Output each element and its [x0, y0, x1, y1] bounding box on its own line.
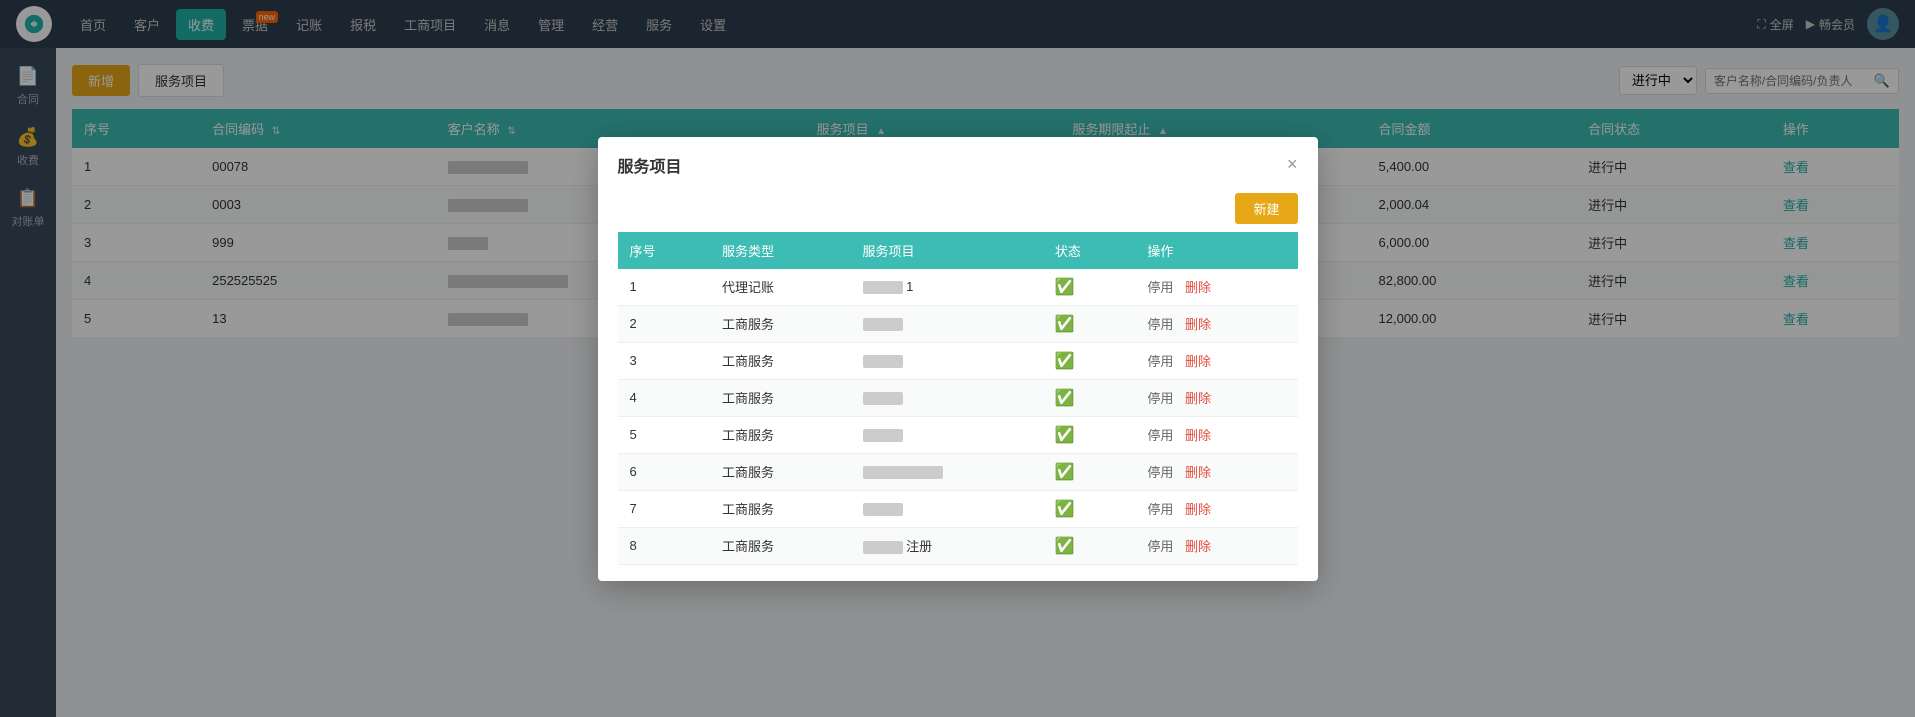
modal-col-action: 操作	[1135, 232, 1297, 269]
status-check-icon: ✅	[1055, 279, 1075, 296]
cell-action: 停用 删除	[1135, 269, 1297, 306]
delete-button[interactable]: 删除	[1185, 462, 1211, 481]
disable-button[interactable]: 停用	[1147, 314, 1173, 333]
disable-button[interactable]: 停用	[1147, 536, 1173, 555]
modal-new-button[interactable]: 新建	[1235, 193, 1297, 224]
delete-button[interactable]: 删除	[1185, 351, 1211, 370]
status-check-icon: ✅	[1055, 316, 1075, 333]
cell-status: ✅	[1043, 305, 1135, 342]
cell-seq: 6	[618, 453, 710, 490]
cell-item: 1	[851, 269, 1043, 306]
cell-seq: 5	[618, 416, 710, 453]
cell-action: 停用 删除	[1135, 305, 1297, 342]
disable-button[interactable]: 停用	[1147, 462, 1173, 481]
cell-item	[851, 342, 1043, 379]
status-check-icon: ✅	[1055, 353, 1075, 370]
cell-type: 工商服务	[710, 453, 851, 490]
cell-action: 停用 删除	[1135, 342, 1297, 379]
delete-button[interactable]: 删除	[1185, 314, 1211, 333]
cell-action: 停用 删除	[1135, 490, 1297, 527]
cell-seq: 4	[618, 379, 710, 416]
modal-table-body: 1 代理记账 1 ✅ 停用 删除 2 工商服务 ✅	[618, 269, 1298, 565]
disable-button[interactable]: 停用	[1147, 351, 1173, 370]
disable-button[interactable]: 停用	[1147, 388, 1173, 407]
disable-button[interactable]: 停用	[1147, 277, 1173, 296]
delete-button[interactable]: 删除	[1185, 499, 1211, 518]
cell-seq: 1	[618, 269, 710, 306]
delete-button[interactable]: 删除	[1185, 388, 1211, 407]
modal-col-status: 状态	[1043, 232, 1135, 269]
cell-status: ✅	[1043, 342, 1135, 379]
delete-button[interactable]: 删除	[1185, 277, 1211, 296]
modal-title: 服务项目	[618, 153, 682, 177]
cell-status: ✅	[1043, 269, 1135, 306]
disable-button[interactable]: 停用	[1147, 425, 1173, 444]
delete-button[interactable]: 删除	[1185, 425, 1211, 444]
status-check-icon: ✅	[1055, 464, 1075, 481]
modal-overlay: 服务项目 × 新建 序号 服务类型 服务项目 状态 操作	[0, 0, 1915, 717]
status-check-icon: ✅	[1055, 390, 1075, 407]
cell-item: 注册	[851, 527, 1043, 564]
modal-col-seq: 序号	[618, 232, 710, 269]
cell-type: 工商服务	[710, 490, 851, 527]
service-modal: 服务项目 × 新建 序号 服务类型 服务项目 状态 操作	[598, 137, 1318, 581]
cell-action: 停用 删除	[1135, 379, 1297, 416]
disable-button[interactable]: 停用	[1147, 499, 1173, 518]
cell-item	[851, 416, 1043, 453]
cell-type: 代理记账	[710, 269, 851, 306]
cell-status: ✅	[1043, 379, 1135, 416]
modal-header: 服务项目 ×	[598, 137, 1318, 185]
modal-close-button[interactable]: ×	[1287, 154, 1298, 175]
table-row: 4 工商服务 ✅ 停用 删除	[618, 379, 1298, 416]
cell-seq: 2	[618, 305, 710, 342]
service-table: 序号 服务类型 服务项目 状态 操作 1 代理记账 1 ✅ 停用	[618, 232, 1298, 565]
cell-item	[851, 379, 1043, 416]
cell-action: 停用 删除	[1135, 453, 1297, 490]
cell-item	[851, 305, 1043, 342]
table-row: 2 工商服务 ✅ 停用 删除	[618, 305, 1298, 342]
cell-item	[851, 453, 1043, 490]
table-row: 7 工商服务 ✅ 停用 删除	[618, 490, 1298, 527]
table-row: 6 工商服务 ✅ 停用 删除	[618, 453, 1298, 490]
modal-body: 序号 服务类型 服务项目 状态 操作 1 代理记账 1 ✅ 停用	[598, 232, 1318, 581]
cell-item	[851, 490, 1043, 527]
cell-status: ✅	[1043, 416, 1135, 453]
modal-table-header: 序号 服务类型 服务项目 状态 操作	[618, 232, 1298, 269]
cell-status: ✅	[1043, 453, 1135, 490]
cell-status: ✅	[1043, 490, 1135, 527]
table-row: 5 工商服务 ✅ 停用 删除	[618, 416, 1298, 453]
cell-action: 停用 删除	[1135, 416, 1297, 453]
cell-seq: 3	[618, 342, 710, 379]
modal-toolbar: 新建	[598, 185, 1318, 232]
status-check-icon: ✅	[1055, 538, 1075, 555]
cell-type: 工商服务	[710, 416, 851, 453]
delete-button[interactable]: 删除	[1185, 536, 1211, 555]
cell-type: 工商服务	[710, 305, 851, 342]
modal-col-type: 服务类型	[710, 232, 851, 269]
table-row: 1 代理记账 1 ✅ 停用 删除	[618, 269, 1298, 306]
status-check-icon: ✅	[1055, 427, 1075, 444]
cell-action: 停用 删除	[1135, 527, 1297, 564]
modal-col-item: 服务项目	[851, 232, 1043, 269]
cell-seq: 8	[618, 527, 710, 564]
cell-seq: 7	[618, 490, 710, 527]
cell-status: ✅	[1043, 527, 1135, 564]
table-row: 3 工商服务 ✅ 停用 删除	[618, 342, 1298, 379]
status-check-icon: ✅	[1055, 501, 1075, 518]
cell-type: 工商服务	[710, 342, 851, 379]
cell-type: 工商服务	[710, 527, 851, 564]
table-row: 8 工商服务 注册 ✅ 停用 删除	[618, 527, 1298, 564]
cell-type: 工商服务	[710, 379, 851, 416]
